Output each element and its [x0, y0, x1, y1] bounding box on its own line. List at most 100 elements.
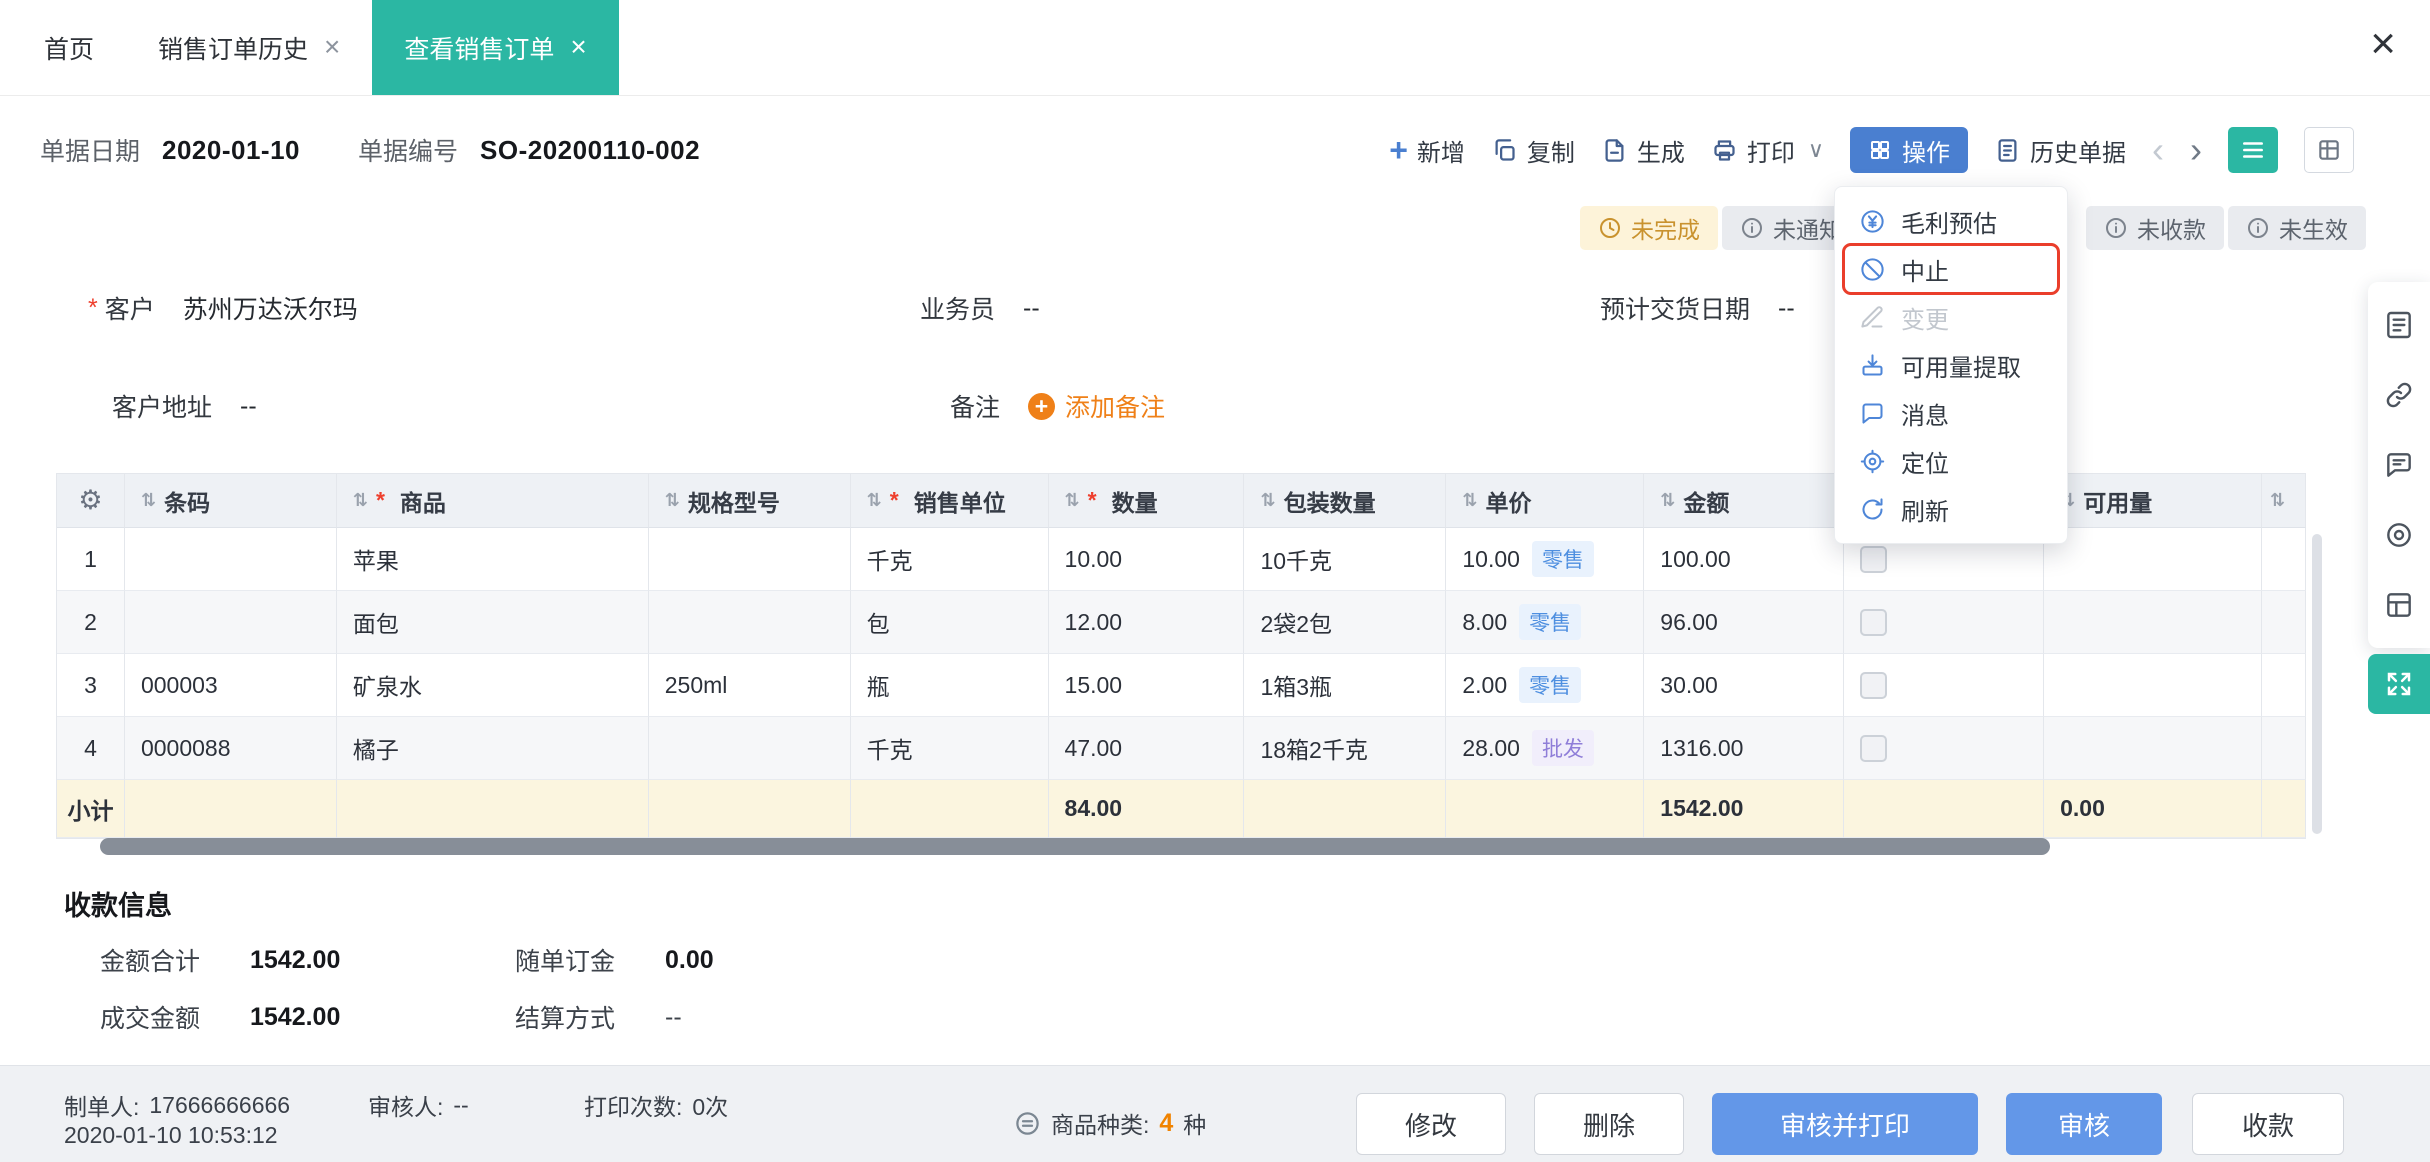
cell-qty: 15.00 — [1048, 654, 1245, 717]
doc-date-value: 2020-01-10 — [162, 134, 301, 165]
generate-button[interactable]: 生成 — [1601, 133, 1685, 168]
rail-panel — [2368, 282, 2430, 648]
required-mark: * — [375, 487, 385, 513]
menu-item-change[interactable]: 变更 — [1835, 293, 2067, 341]
related-links-button[interactable] — [2382, 378, 2416, 412]
expand-panel-button[interactable] — [2368, 654, 2430, 714]
deposit-value: 0.00 — [665, 945, 714, 974]
modify-button[interactable]: 修改 — [1356, 1093, 1506, 1155]
cell-barcode: 000003 — [124, 654, 337, 717]
card-view-toggle[interactable] — [2304, 127, 2354, 173]
settlement-label: 结算方式 — [515, 1005, 616, 1033]
header-available[interactable]: ⇅可用量 — [2044, 474, 2262, 528]
column-settings[interactable]: ⚙ — [57, 474, 125, 528]
tab-view-sales-order[interactable]: 查看销售订单 × — [372, 0, 619, 95]
info-icon — [2106, 218, 2126, 238]
cell-spec — [648, 591, 851, 654]
header-qty[interactable]: ⇅ * 数量 — [1048, 474, 1245, 528]
generate-icon — [1601, 137, 1628, 164]
deal-amount-value: 1542.00 — [250, 1002, 341, 1031]
row-checkbox[interactable] — [1860, 545, 1888, 573]
cell-amount: 100.00 — [1644, 528, 1845, 591]
cell-qty: 12.00 — [1048, 591, 1245, 654]
add-label: 新增 — [1416, 139, 1465, 167]
close-tab-icon[interactable]: × — [570, 32, 586, 61]
toolbar-actions: + 新增 复制 生成 打印 ∨ 操作 历史单据 ‹ › — [1389, 116, 2354, 184]
review-and-print-button[interactable]: 审核并打印 — [1712, 1093, 1978, 1155]
add-button[interactable]: + 新增 — [1389, 133, 1465, 168]
grid-icon — [1868, 138, 1892, 162]
review-button[interactable]: 审核 — [2006, 1093, 2162, 1155]
close-icon[interactable]: × — [2370, 22, 2396, 66]
list-view-toggle[interactable] — [2228, 127, 2278, 173]
footer-bar: 制单人: 17666666666 2020-01-10 10:53:12 审核人… — [0, 1065, 2430, 1162]
tab-bar: 首页 销售订单历史 × 查看销售订单 × × — [0, 0, 2430, 96]
tab-home[interactable]: 首页 — [12, 0, 126, 95]
next-document-button[interactable]: › — [2190, 132, 2202, 168]
created-timestamp: 2020-01-10 10:53:12 — [64, 1122, 278, 1148]
customer-address-field: 客户地址 -- — [112, 384, 257, 428]
sort-icon[interactable]: ⇅ — [353, 490, 368, 511]
header-more[interactable]: ⇅ — [2262, 474, 2306, 528]
price-value: 8.00 — [1462, 608, 1508, 635]
subtotal-label: 小计 — [57, 780, 125, 838]
cell-gift — [1844, 654, 2045, 717]
deposit-field: 随单订金 0.00 — [515, 940, 714, 980]
receive-payment-button[interactable]: 收款 — [2192, 1093, 2344, 1155]
status-badge-unpaid: 未收款 — [2086, 206, 2224, 250]
comments-button[interactable] — [2382, 448, 2416, 482]
sort-icon[interactable]: ⇅ — [1260, 490, 1275, 511]
deal-amount-field: 成交金额 1542.00 — [100, 997, 340, 1037]
table-row: 4 0000088 橘子 千克 47.00 18箱2千克 28.00 批发 131… — [57, 717, 2306, 780]
trace-button[interactable] — [2382, 518, 2416, 552]
delete-button[interactable]: 删除 — [1534, 1093, 1684, 1155]
header-spec[interactable]: ⇅ 规格型号 — [648, 474, 851, 528]
row-checkbox[interactable] — [1860, 734, 1888, 762]
menu-item-refresh[interactable]: 刷新 — [1835, 485, 2067, 533]
sort-icon[interactable]: ⇅ — [141, 490, 156, 511]
header-price[interactable]: ⇅ 单价 — [1446, 474, 1645, 528]
horizontal-scrollbar-thumb[interactable] — [100, 838, 2050, 855]
prev-document-button[interactable]: ‹ — [2152, 132, 2164, 168]
subtotal-available: 0.00 — [2044, 780, 2262, 838]
badge-label: 未通知 — [1773, 217, 1842, 243]
vertical-scrollbar-thumb[interactable] — [2312, 534, 2322, 834]
menu-item-locate[interactable]: 定位 — [1835, 437, 2067, 485]
header-product[interactable]: ⇅ * 商品 — [336, 474, 649, 528]
header-barcode[interactable]: ⇅ 条码 — [124, 474, 337, 528]
sort-icon[interactable]: ⇅ — [867, 490, 882, 511]
menu-item-abort[interactable]: 中止 — [1835, 243, 2067, 295]
history-documents-button[interactable]: 历史单据 — [1994, 133, 2126, 168]
sort-icon[interactable]: ⇅ — [1660, 490, 1675, 511]
copy-button[interactable]: 复制 — [1491, 133, 1575, 168]
print-button[interactable]: 打印 ∨ — [1711, 133, 1824, 168]
form-icon — [2387, 311, 2411, 339]
row-checkbox[interactable] — [1860, 608, 1888, 636]
menu-item-message[interactable]: 消息 — [1835, 389, 2067, 437]
remark-label: 备注 — [950, 394, 1001, 422]
cell-available — [2044, 591, 2262, 654]
form-detail-button[interactable] — [2382, 308, 2416, 342]
sheet-button[interactable] — [2382, 588, 2416, 622]
sort-icon[interactable]: ⇅ — [1462, 490, 1477, 511]
operate-button[interactable]: 操作 — [1850, 127, 1968, 173]
sort-icon[interactable]: ⇅ — [1065, 490, 1080, 511]
tab-sales-order-history[interactable]: 销售订单历史 × — [126, 0, 372, 95]
menu-item-label: 毛利预估 — [1901, 210, 1997, 238]
sort-icon[interactable]: ⇅ — [665, 490, 680, 511]
row-checkbox[interactable] — [1860, 671, 1888, 699]
menu-item-available-extract[interactable]: 可用量提取 — [1835, 341, 2067, 389]
subtotal-qty: 84.00 — [1048, 780, 1245, 838]
chevron-down-icon[interactable]: ∨ — [1808, 137, 1824, 163]
gear-icon[interactable]: ⚙ — [78, 485, 102, 516]
header-amount[interactable]: ⇅ 金额 — [1644, 474, 1845, 528]
menu-item-profit-estimate[interactable]: 毛利预估 — [1835, 197, 2067, 245]
sort-icon[interactable]: ⇅ — [2270, 490, 2285, 511]
customer-value: 苏州万达沃尔玛 — [182, 296, 358, 324]
plus-circle-icon: + — [1028, 392, 1056, 420]
add-remark-button[interactable]: + 添加备注 — [1028, 388, 1165, 424]
sales-order-window: 首页 销售订单历史 × 查看销售订单 × × 单据日期 2020-01-10 单… — [0, 0, 2430, 1162]
close-tab-icon[interactable]: × — [324, 32, 340, 61]
header-unit[interactable]: ⇅ * 销售单位 — [850, 474, 1049, 528]
header-pkg[interactable]: ⇅ 包装数量 — [1244, 474, 1447, 528]
